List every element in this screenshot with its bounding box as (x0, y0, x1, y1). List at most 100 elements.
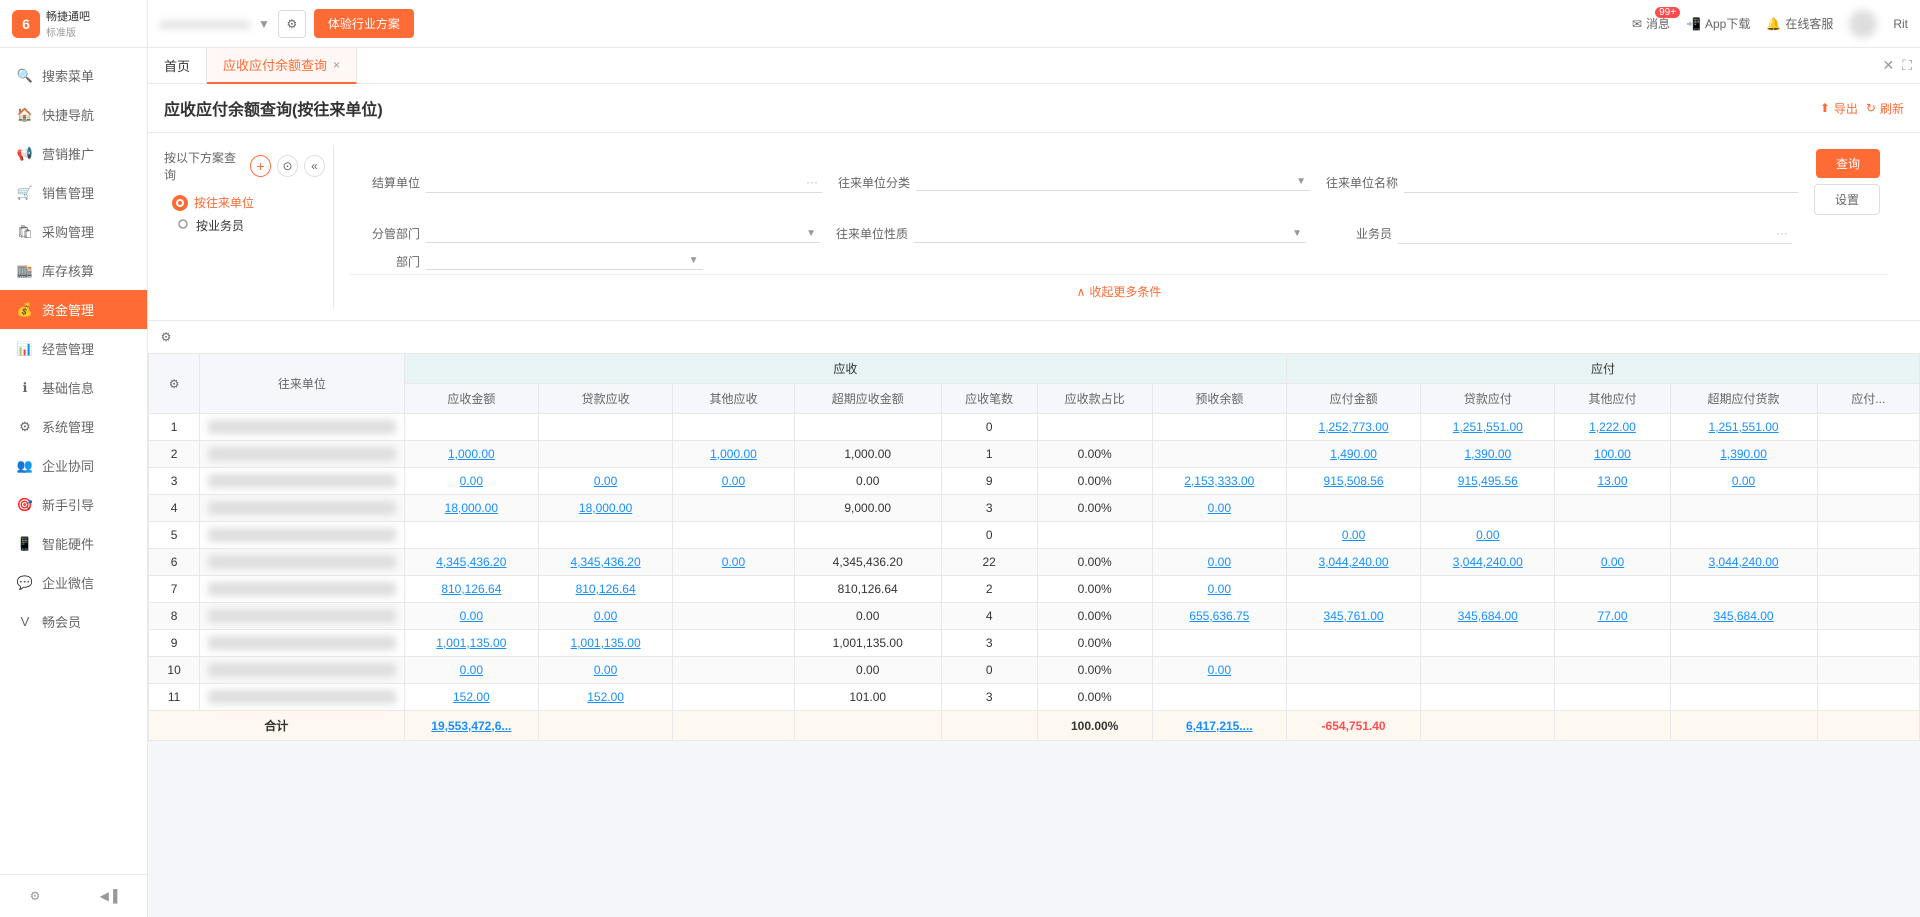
col-other-payable-header: 其他应付 (1555, 384, 1670, 414)
salesperson-input[interactable]: ··· (1398, 223, 1792, 244)
partner-category-select[interactable]: ▼ (916, 173, 1310, 191)
topbar-gear-button[interactable]: ⚙ (278, 10, 306, 38)
app-download-button[interactable]: 📲 App下载 (1686, 15, 1750, 32)
partner-category-arrow: ▼ (1296, 176, 1306, 187)
sidebar-item-purchase[interactable]: 🛍 采购管理 (0, 212, 147, 251)
total-advance[interactable]: 6,417,215.... (1152, 711, 1286, 741)
wechat-icon: 💬 (16, 574, 34, 592)
message-icon: ✉ (1632, 17, 1642, 31)
sidebar-item-guide[interactable]: 🎯 新手引导 (0, 485, 147, 524)
sidebar-item-quicknav[interactable]: 🏠 快捷导航 (0, 95, 147, 134)
bag-icon: 🛍 (16, 223, 34, 241)
money-icon: 💰 (16, 301, 34, 319)
col-payable-amount-header: 应付金额 (1286, 384, 1420, 414)
table-row: 101,252,773.001,251,551.001,222.001,251,… (149, 414, 1920, 441)
tab-home[interactable]: 首页 (148, 48, 207, 84)
topbar-breadcrumb: xxxxxxxxxxxxxxx (160, 17, 250, 31)
total-label: 合计 (149, 711, 405, 741)
sidebar-item-member[interactable]: V 畅会员 (0, 602, 147, 641)
sidebar-item-system[interactable]: ⚙ 系统管理 (0, 407, 147, 446)
tab-balance-query[interactable]: 应收应付余额查询 × (207, 48, 357, 84)
total-receivable-ratio: 100.00% (1037, 711, 1152, 741)
filter-collapse-button[interactable]: « (304, 155, 325, 177)
table-settings-icon[interactable]: ⚙ (156, 327, 176, 347)
industry-solution-button[interactable]: 体验行业方案 (314, 9, 414, 38)
sidebar-item-wechat[interactable]: 💬 企业微信 (0, 563, 147, 602)
topbar-dropdown-arrow[interactable]: ▼ (258, 17, 270, 31)
col-receivable-amount-header: 应收金额 (404, 384, 538, 414)
user-avatar[interactable] (1849, 10, 1877, 38)
info-icon: ℹ (16, 379, 34, 397)
filter-partner-nature: 往来单位性质 ▼ (836, 225, 1306, 243)
query-button[interactable]: 查询 (1816, 149, 1880, 178)
sidebar-item-finance[interactable]: 💰 资金管理 (0, 290, 147, 329)
table-row: 7810,126.64810,126.64810,126.6420.00%0.0… (149, 576, 1920, 603)
col-payable-group-header: 应付 (1286, 354, 1919, 384)
sidebar-item-marketing[interactable]: 📢 营销推广 (0, 134, 147, 173)
sidebar-item-operations[interactable]: 📊 经营管理 (0, 329, 147, 368)
sidebar-item-baseinfo[interactable]: ℹ 基础信息 (0, 368, 147, 407)
sidebar: 6 畅捷通吧 标准版 🔍 搜索菜单 🏠 快捷导航 📢 营销推广 🛒 销售管理 🛍… (0, 0, 148, 917)
online-service-button[interactable]: 🔔 在线客服 (1766, 15, 1833, 32)
collapse-filter-button[interactable]: ∧ 收起更多条件 (1073, 279, 1166, 304)
partner-nature-select[interactable]: ▼ (914, 225, 1306, 243)
message-button[interactable]: ✉ 消息 99+ (1632, 15, 1670, 32)
online-service-label: 在线客服 (1785, 15, 1833, 32)
export-button[interactable]: ⬆ 导出 (1820, 100, 1858, 117)
tab-close-all-button[interactable]: ✕ (1882, 57, 1894, 74)
table-row: 21,000.001,000.001,000.0010.00%1,490.001… (149, 441, 1920, 468)
jiesuan-unit-label: 结算单位 (350, 174, 420, 191)
table-total-row: 合计 19,553,472,6... 100.00% 6,417,215....… (149, 711, 1920, 741)
partner-name-input[interactable] (1404, 172, 1798, 193)
sidebar-item-inventory[interactable]: 🏬 库存核算 (0, 251, 147, 290)
cart-icon: 🛒 (16, 184, 34, 202)
app-download-label: App下载 (1705, 15, 1750, 32)
filter-add-button[interactable]: + (250, 155, 271, 177)
col-loan-payable-header: 贷款应付 (1421, 384, 1555, 414)
sidebar-item-collab[interactable]: 👥 企业协同 (0, 446, 147, 485)
topbar: xxxxxxxxxxxxxxx ▼ ⚙ 体验行业方案 ✉ 消息 99+ 📲 Ap… (148, 0, 1920, 48)
filter-scheme-partner[interactable]: 按往来单位 (172, 191, 325, 214)
filter-dept: 部门 ▼ (350, 252, 703, 270)
table-row: 500.000.00 (149, 522, 1920, 549)
col-receivable-ratio-header: 应收款占比 (1037, 384, 1152, 414)
member-icon: V (16, 613, 34, 631)
sidebar-bottom: ⚙ ◀▐ (0, 874, 147, 917)
topbar-left: xxxxxxxxxxxxxxx ▼ ⚙ 体验行业方案 (160, 9, 1632, 38)
filter-scheme-salesperson[interactable]: 按业务员 (172, 214, 325, 237)
jiesuan-unit-input[interactable]: ··· (426, 172, 822, 193)
sidebar-item-hardware[interactable]: 📱 智能硬件 (0, 524, 147, 563)
warehouse-icon: 🏬 (16, 262, 34, 280)
tab-close-button[interactable]: × (333, 58, 340, 72)
data-table: ⚙ 往来单位 应收 应付 应收金额 贷款应收 其他应收 超期应收金额 应收笔数 … (148, 353, 1920, 741)
team-icon: 👥 (16, 457, 34, 475)
table-row: 80.000.000.0040.00%655,636.75345,761.003… (149, 603, 1920, 630)
user-name[interactable]: Rit (1893, 17, 1908, 31)
megaphone-icon: 📢 (16, 145, 34, 163)
total-receivable-amount[interactable]: 19,553,472,6... (404, 711, 538, 741)
tab-fullscreen-button[interactable]: ⛶ (1902, 57, 1912, 74)
set-button[interactable]: 设置 (1814, 184, 1880, 215)
sidebar-gear-button[interactable]: ⚙ (24, 883, 47, 909)
sidebar-item-sales[interactable]: 🛒 销售管理 (0, 173, 147, 212)
filter-scheme-button[interactable]: ⊙ (277, 155, 298, 177)
service-icon: 🔔 (1766, 17, 1781, 31)
refresh-button[interactable]: ↻ 刷新 (1866, 100, 1904, 117)
dept-select[interactable]: ▼ (426, 252, 703, 270)
table-row: 91,001,135.001,001,135.001,001,135.0030.… (149, 630, 1920, 657)
logo-icon: 6 (12, 10, 40, 38)
fenguan-dept-select[interactable]: ▼ (426, 225, 820, 243)
col-partner-header: 往来单位 (200, 354, 405, 414)
sidebar-item-search[interactable]: 🔍 搜索菜单 (0, 56, 147, 95)
fenguan-dept-arrow: ▼ (806, 228, 816, 239)
table-area: ⚙ (148, 321, 1920, 741)
sidebar-collapse-button[interactable]: ◀▐ (94, 883, 124, 909)
fenguan-dept-label: 分管部门 (350, 225, 420, 242)
col-other-receivable-header: 其他应收 (673, 384, 794, 414)
page-header: 应收应付余额查询(按往来单位) ⬆ 导出 ↻ 刷新 (148, 84, 1920, 133)
col-overdue-payable-header: 超期应付货款 (1670, 384, 1817, 414)
partner-category-label: 往来单位分类 (838, 174, 910, 191)
sidebar-nav: 🔍 搜索菜单 🏠 快捷导航 📢 营销推广 🛒 销售管理 🛍 采购管理 🏬 库存核… (0, 48, 147, 874)
table-row: 11152.00152.00101.0030.00% (149, 684, 1920, 711)
dept-arrow: ▼ (689, 255, 699, 266)
